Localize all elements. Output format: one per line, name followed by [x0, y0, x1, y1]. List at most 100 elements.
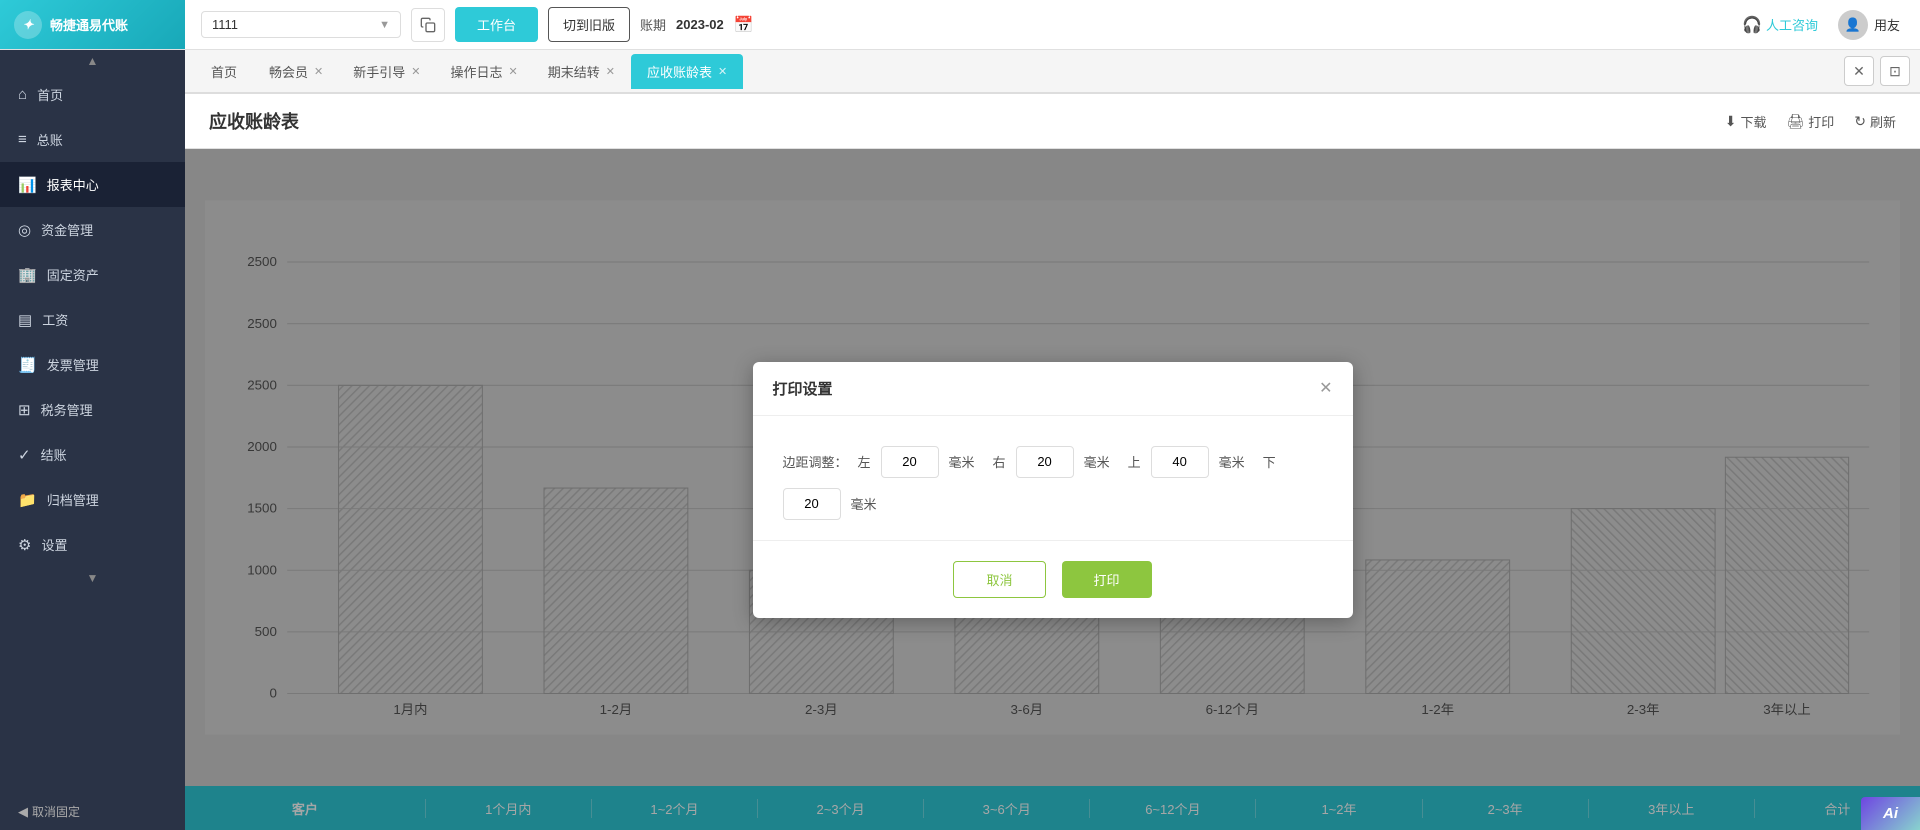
tab-period-end-close[interactable]: ✕ — [606, 65, 615, 78]
calendar-icon[interactable]: 📅 — [734, 15, 754, 35]
sidebar-label-reports: 报表中心 — [47, 175, 99, 194]
reports-icon: 📊 — [18, 176, 37, 194]
sidebar-label-funds: 资金管理 — [41, 220, 93, 239]
ai-badge[interactable]: Ai — [1861, 797, 1920, 830]
sidebar-item-checkout[interactable]: ✓ 结账 — [0, 432, 185, 477]
consultant-area[interactable]: 🎧 人工咨询 — [1742, 15, 1818, 35]
app-title: 畅捷通易代账 — [50, 15, 128, 34]
sidebar-item-funds[interactable]: ◎ 资金管理 — [0, 207, 185, 252]
sidebar-item-tax[interactable]: ⊞ 税务管理 — [0, 387, 185, 432]
print-button[interactable]: 🖨 打印 — [1786, 112, 1834, 131]
dropdown-icon: ▼ — [379, 19, 390, 31]
cancel-fixed-label: 取消固定 — [32, 803, 80, 820]
salary-icon: ▤ — [18, 311, 32, 329]
copy-icon — [420, 17, 436, 33]
download-button[interactable]: ⬇ 下载 — [1725, 112, 1767, 131]
tab-expand-button[interactable]: ⊡ — [1880, 56, 1910, 86]
left-margin-input[interactable] — [881, 446, 939, 478]
top-direction-label: 上 — [1128, 452, 1141, 471]
sidebar-label-ledger: 总账 — [37, 130, 63, 149]
sidebar-label-assets: 固定资产 — [47, 265, 99, 284]
confirm-print-button[interactable]: 打印 — [1062, 561, 1152, 598]
sidebar-item-reports[interactable]: 📊 报表中心 — [0, 162, 185, 207]
ai-label: Ai — [1883, 805, 1898, 822]
print-settings-dialog: 打印设置 ✕ 边距调整： 左 毫米 右 毫米 上 — [753, 362, 1353, 618]
scroll-up-button[interactable]: ▲ — [0, 50, 185, 72]
tab-oplog-label: 操作日志 — [450, 62, 502, 81]
tab-member-close[interactable]: ✕ — [314, 65, 323, 78]
funds-icon: ◎ — [18, 221, 31, 239]
sidebar: ▲ ⌂ 首页 ≡ 总账 📊 报表中心 ◎ 资金管理 🏢 固定资产 ▤ 工资 🧾 … — [0, 50, 185, 830]
home-icon: ⌂ — [18, 86, 27, 103]
tab-oplog[interactable]: 操作日志 ✕ — [436, 54, 531, 89]
tab-member[interactable]: 畅会员 ✕ — [255, 54, 337, 89]
sidebar-item-archive[interactable]: 📁 归档管理 — [0, 477, 185, 522]
period-value: 2023-02 — [676, 17, 724, 32]
cancel-fixed-button[interactable]: ◀ 取消固定 — [0, 793, 185, 830]
tab-bar: 首页 畅会员 ✕ 新手引导 ✕ 操作日志 ✕ 期末结转 ✕ 应收账龄表 ✕ — [185, 50, 1920, 94]
sidebar-label-settings: 设置 — [41, 535, 67, 554]
sidebar-item-invoice[interactable]: 🧾 发票管理 — [0, 342, 185, 387]
user-area[interactable]: 👤 用友 — [1838, 10, 1900, 40]
tab-guide-close[interactable]: ✕ — [411, 65, 420, 78]
ledger-icon: ≡ — [18, 131, 27, 148]
tab-ar-aging-label: 应收账龄表 — [647, 62, 712, 81]
refresh-icon: ↻ — [1854, 113, 1866, 130]
company-name: 1111 — [212, 17, 373, 32]
tab-period-end[interactable]: 期末结转 ✕ — [534, 54, 629, 89]
cancel-print-button[interactable]: 取消 — [953, 561, 1045, 598]
workbench-button[interactable]: 工作台 — [455, 7, 538, 42]
bottom-unit-label: 毫米 — [851, 494, 877, 513]
bottom-direction-label: 下 — [1263, 452, 1276, 471]
right-direction-label: 右 — [993, 452, 1006, 471]
sidebar-label-checkout: 结账 — [41, 445, 67, 464]
logo-area: ✦ 畅捷通易代账 — [0, 0, 185, 49]
tab-period-end-label: 期末结转 — [548, 62, 600, 81]
company-selector[interactable]: 1111 ▼ — [201, 11, 401, 38]
sidebar-label-invoice: 发票管理 — [47, 355, 99, 374]
left-direction-label: 左 — [858, 452, 871, 471]
modal-title: 打印设置 — [773, 378, 833, 399]
logo-icon: ✦ — [14, 11, 42, 39]
archive-icon: 📁 — [18, 491, 37, 509]
refresh-button[interactable]: ↻ 刷新 — [1854, 112, 1896, 131]
page-title: 应收账龄表 — [209, 108, 299, 134]
modal-close-button[interactable]: ✕ — [1319, 378, 1332, 398]
tab-ar-aging[interactable]: 应收账龄表 ✕ — [631, 54, 743, 89]
tab-ar-aging-close[interactable]: ✕ — [718, 65, 727, 78]
sidebar-item-salary[interactable]: ▤ 工资 — [0, 297, 185, 342]
sidebar-item-settings[interactable]: ⚙ 设置 — [0, 522, 185, 567]
modal-header: 打印设置 ✕ — [753, 362, 1353, 416]
tab-home[interactable]: 首页 — [195, 54, 253, 89]
headset-icon: 🎧 — [1742, 15, 1762, 35]
modal-footer: 取消 打印 — [753, 540, 1353, 618]
settings-icon: ⚙ — [18, 536, 31, 554]
bottom-margin-input[interactable] — [783, 488, 841, 520]
sidebar-label-salary: 工资 — [42, 310, 68, 329]
download-icon: ⬇ — [1725, 113, 1737, 130]
tab-member-label: 畅会员 — [269, 62, 308, 81]
sidebar-item-ledger[interactable]: ≡ 总账 — [0, 117, 185, 162]
period-label: 账期 — [640, 15, 666, 34]
switch-version-button[interactable]: 切到旧版 — [548, 7, 630, 42]
sidebar-item-home[interactable]: ⌂ 首页 — [0, 72, 185, 117]
copy-button[interactable] — [411, 8, 445, 42]
scroll-down-button[interactable]: ▼ — [0, 567, 185, 589]
top-margin-input[interactable] — [1151, 446, 1209, 478]
left-unit-label: 毫米 — [949, 452, 975, 471]
page-header: 应收账龄表 ⬇ 下载 🖨 打印 ↻ 刷新 — [185, 94, 1920, 149]
tab-oplog-close[interactable]: ✕ — [509, 65, 518, 78]
right-margin-input[interactable] — [1016, 446, 1074, 478]
modal-body: 边距调整： 左 毫米 右 毫米 上 毫米 下 毫 — [753, 416, 1353, 540]
margin-label: 边距调整： — [783, 452, 848, 471]
printer-icon: 🖨 — [1786, 113, 1804, 130]
right-unit-label: 毫米 — [1084, 452, 1110, 471]
tab-close-all-button[interactable]: ✕ — [1844, 56, 1874, 86]
tab-guide[interactable]: 新手引导 ✕ — [339, 54, 434, 89]
assets-icon: 🏢 — [18, 266, 37, 284]
tax-icon: ⊞ — [18, 401, 31, 419]
sidebar-label-archive: 归档管理 — [47, 490, 99, 509]
sidebar-label-tax: 税务管理 — [41, 400, 93, 419]
sidebar-item-assets[interactable]: 🏢 固定资产 — [0, 252, 185, 297]
modal-overlay: 打印设置 ✕ 边距调整： 左 毫米 右 毫米 上 — [185, 149, 1920, 830]
